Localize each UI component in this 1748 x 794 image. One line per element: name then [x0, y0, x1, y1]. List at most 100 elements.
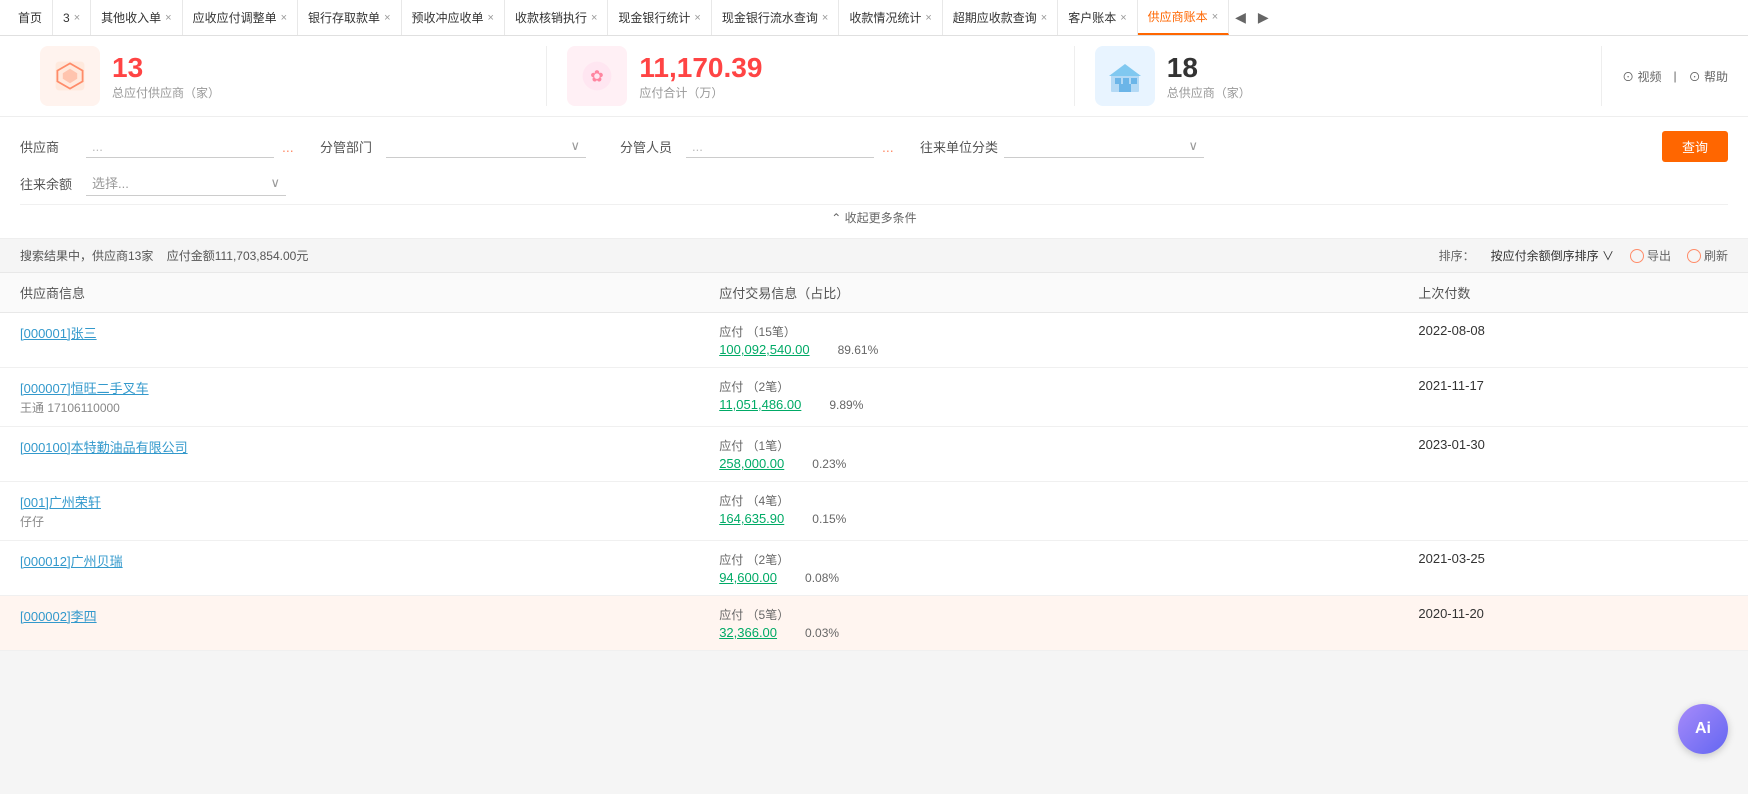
tx-percent-2: 0.23% — [812, 457, 846, 471]
tx-row-2: 258,000.00 0.23% — [719, 456, 1378, 471]
nav-tab-3-label: 3 — [63, 11, 70, 25]
filter-supplier: 供应商 ... — [20, 136, 300, 158]
supplier-link-5[interactable]: [000002]李四 — [20, 609, 97, 624]
nav-tab-payment-stat[interactable]: 收款情况统计 × — [839, 0, 942, 35]
payable-suppliers-number: 13 — [112, 51, 220, 85]
supplier-link-4[interactable]: [000012]广州贝瑞 — [20, 554, 123, 569]
nav-tab-adjustment[interactable]: 应收应付调整单 × — [183, 0, 298, 35]
nav-tab-home[interactable]: 首页 — [8, 0, 53, 35]
nav-tab-adjustment-close[interactable]: × — [281, 12, 287, 24]
nav-tab-other-income-close[interactable]: × — [165, 12, 171, 24]
filter-person-label: 分管人员 — [620, 137, 680, 156]
nav-tab-cash-flow-close[interactable]: × — [822, 12, 828, 24]
collapse-filter-btn[interactable]: ⌃ 收起更多条件 — [20, 204, 1728, 230]
tx-amount-0[interactable]: 100,092,540.00 — [719, 342, 809, 357]
tx-amount-3[interactable]: 164,635.90 — [719, 511, 784, 526]
nav-tab-overdue-close[interactable]: × — [1041, 12, 1047, 24]
filter-balance: 往来余额 选择... ∨ — [20, 170, 300, 196]
nav-tab-3[interactable]: 3 × — [53, 0, 91, 35]
supplier-link-1[interactable]: [000007]恒旺二手叉车 — [20, 381, 149, 396]
nav-tab-bank-close[interactable]: × — [384, 12, 390, 24]
table-row: [001]广州荣轩仔仔 应付 （4笔） 164,635.900.15% — [0, 482, 1748, 541]
total-suppliers-icon — [1095, 46, 1155, 106]
filter-person-dots[interactable]: ... — [882, 139, 894, 155]
supplier-link-3[interactable]: [001]广州荣轩 — [20, 495, 101, 510]
payable-amount-label: 应付合计（万） — [639, 84, 762, 101]
tx-amount-5[interactable]: 32,366.00 — [719, 625, 777, 640]
tx-cell-4: 应付 （2笔）94,600.000.08% — [699, 541, 1398, 596]
export-button[interactable]: 导出 — [1630, 247, 1671, 264]
payable-suppliers-icon — [40, 46, 100, 106]
video-link[interactable]: ⊙ 视频 — [1622, 68, 1661, 85]
nav-tab-verify-close[interactable]: × — [591, 12, 597, 24]
filter-row-2: 往来余额 选择... ∨ — [20, 170, 1728, 196]
filter-balance-select[interactable]: 选择... ∨ — [86, 170, 286, 196]
refresh-label: 刷新 — [1704, 247, 1728, 264]
nav-tab-bank-label: 银行存取款单 — [308, 9, 380, 26]
nav-tab-cash-stat-close[interactable]: × — [694, 12, 700, 24]
filter-category-select[interactable]: ∨ — [1004, 135, 1204, 158]
nav-tab-cash-flow[interactable]: 现金银行流水查询 × — [712, 0, 839, 35]
svg-text:✿: ✿ — [591, 67, 605, 85]
tx-cell-1: 应付 （2笔）11,051,486.009.89% — [699, 368, 1398, 427]
nav-tab-supplier-book[interactable]: 供应商账本 × — [1138, 0, 1229, 35]
filter-supplier-dots[interactable]: ... — [282, 139, 294, 155]
nav-tab-customer-book-close[interactable]: × — [1120, 12, 1126, 24]
filter-dept: 分管部门 ∨ — [320, 135, 600, 158]
tx-cell-2: 应付 （1笔） 258,000.00 0.23% — [699, 427, 1398, 482]
supplier-cell-5: [000002]李四 — [0, 596, 699, 651]
tx-label-0: 应付 （15笔） — [719, 323, 1378, 340]
last-payment-cell-2: 2023-01-30 — [1398, 427, 1748, 482]
export-icon — [1630, 249, 1644, 263]
tx-amount-2[interactable]: 258,000.00 — [719, 456, 784, 471]
nav-arrow-left[interactable]: ◀ — [1229, 9, 1252, 26]
supplier-cell-3: [001]广州荣轩仔仔 — [0, 482, 699, 541]
last-payment-cell-0: 2022-08-08 — [1398, 313, 1748, 368]
filter-dept-select[interactable]: ∨ — [386, 135, 586, 158]
supplier-cell-0: [000001]张三 — [0, 313, 699, 368]
supplier-link-0[interactable]: [000001]张三 — [20, 326, 97, 341]
tx-row-5: 32,366.000.03% — [719, 625, 1378, 640]
nav-tab-supplier-book-close[interactable]: × — [1212, 11, 1218, 23]
refresh-button[interactable]: 刷新 — [1687, 247, 1728, 264]
payable-amount-icon: ✿ — [567, 46, 627, 106]
nav-tab-adjustment-label: 应收应付调整单 — [193, 9, 277, 26]
nav-tab-3-close[interactable]: × — [74, 12, 80, 24]
nav-tab-cash-flow-label: 现金银行流水查询 — [722, 9, 818, 26]
result-bar: 搜索结果中，供应商13家 应付金额111,703,854.00元 排序： 按应付… — [0, 239, 1748, 273]
nav-tab-cash-stat[interactable]: 现金银行统计 × — [608, 0, 711, 35]
table-row: [000001]张三应付 （15笔）100,092,540.0089.61%20… — [0, 313, 1748, 368]
last-payment-cell-1: 2021-11-17 — [1398, 368, 1748, 427]
search-button[interactable]: 查询 — [1662, 131, 1728, 162]
nav-tab-customer-book[interactable]: 客户账本 × — [1058, 0, 1137, 35]
th-tx-info: 应付交易信息（占比） — [699, 273, 1398, 313]
sort-label: 排序： — [1439, 247, 1475, 264]
filter-category: 往来单位分类 ∨ — [920, 135, 1204, 158]
ai-button[interactable]: Ai — [1678, 704, 1728, 754]
supplier-link-2[interactable]: [000100]本特勤油品有限公司 — [20, 440, 188, 455]
tx-label-3: 应付 （4笔） — [719, 492, 1378, 509]
filter-category-label: 往来单位分类 — [920, 137, 998, 156]
tx-amount-4[interactable]: 94,600.00 — [719, 570, 777, 585]
help-link[interactable]: ⊙ 帮助 — [1689, 68, 1728, 85]
filter-person-input[interactable] — [686, 136, 874, 158]
result-text-1: 搜索结果中，供应商13家 — [20, 249, 153, 263]
top-navigation: 首页 3 × 其他收入单 × 应收应付调整单 × 银行存取款单 × 预收冲应收单… — [0, 0, 1748, 36]
nav-tab-verify[interactable]: 收款核销执行 × — [505, 0, 608, 35]
sort-select[interactable]: 按应付余额倒序排序 ∨ — [1491, 247, 1614, 264]
refresh-icon — [1687, 249, 1701, 263]
tx-label-2: 应付 （1笔） — [719, 437, 1378, 454]
nav-arrow-right[interactable]: ▶ — [1252, 9, 1275, 26]
nav-tab-pre-receive-close[interactable]: × — [488, 12, 494, 24]
nav-tab-other-income[interactable]: 其他收入单 × — [91, 0, 182, 35]
nav-tab-bank[interactable]: 银行存取款单 × — [298, 0, 401, 35]
total-suppliers-text: 18 总供应商（家） — [1167, 51, 1251, 102]
nav-tab-payment-stat-close[interactable]: × — [925, 12, 931, 24]
nav-tab-overdue[interactable]: 超期应收款查询 × — [943, 0, 1058, 35]
nav-tab-pre-receive[interactable]: 预收冲应收单 × — [402, 0, 505, 35]
filter-dept-label: 分管部门 — [320, 137, 380, 156]
tx-amount-1[interactable]: 11,051,486.00 — [719, 397, 801, 412]
tx-row-3: 164,635.900.15% — [719, 511, 1378, 526]
filter-supplier-input[interactable] — [86, 136, 274, 158]
summary-total-suppliers: 18 总供应商（家） — [1075, 46, 1602, 106]
